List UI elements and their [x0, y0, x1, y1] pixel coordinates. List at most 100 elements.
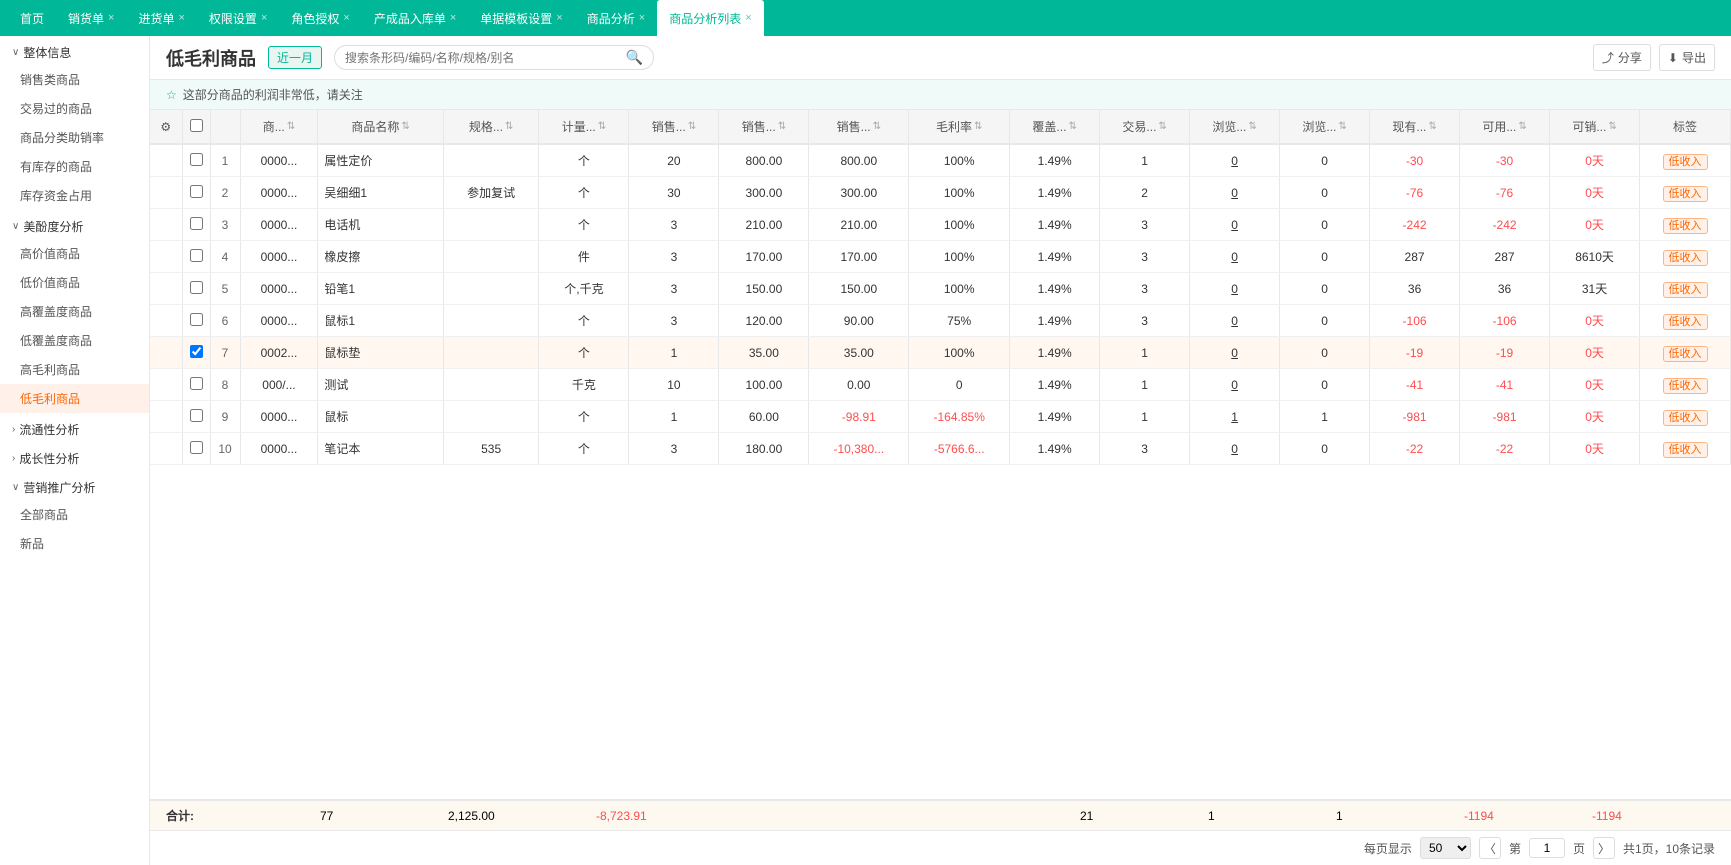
export-button[interactable]: ⬇ 导出	[1659, 44, 1715, 71]
page-suffix: 页	[1573, 840, 1585, 857]
nav-close-purchase[interactable]: ×	[178, 12, 184, 24]
row-browse1[interactable]: 0	[1190, 177, 1280, 209]
col-sellable[interactable]: 可销...⇅	[1550, 110, 1640, 144]
row-checkbox-6[interactable]	[190, 345, 203, 358]
nav-home[interactable]: 首页	[8, 0, 56, 36]
row-gross-rate: -5766.6...	[909, 433, 1010, 465]
row-browse1[interactable]: 0	[1190, 369, 1280, 401]
row-checkbox-4[interactable]	[190, 281, 203, 294]
row-name[interactable]: 属性定价	[318, 144, 443, 177]
nav-product-entry[interactable]: 产成品入库单 ×	[362, 0, 468, 36]
col-sales1[interactable]: 销售...⇅	[629, 110, 719, 144]
sidebar-item-new-goods[interactable]: 新品	[0, 529, 149, 558]
sidebar-item-high-margin[interactable]: 高毛利商品	[0, 355, 149, 384]
nav-role-auth[interactable]: 角色授权 ×	[279, 0, 361, 36]
row-name[interactable]: 鼠标	[318, 401, 443, 433]
row-checkbox-5[interactable]	[190, 313, 203, 326]
row-tag: 低收入	[1640, 369, 1731, 401]
col-tag[interactable]: 标签	[1640, 110, 1731, 144]
row-name[interactable]: 橡皮擦	[318, 241, 443, 273]
nav-permissions[interactable]: 权限设置 ×	[197, 0, 279, 36]
sidebar-item-category-rate[interactable]: 商品分类助销率	[0, 123, 149, 152]
row-checkbox-9[interactable]	[190, 441, 203, 454]
nav-close-analysis-list[interactable]: ×	[745, 12, 751, 24]
prev-page-button[interactable]: 〈	[1479, 837, 1501, 859]
nav-sales-order[interactable]: 销货单 ×	[56, 0, 126, 36]
sidebar-group-marketing[interactable]: ∨ 营销推广分析	[0, 471, 149, 500]
row-browse1[interactable]: 0	[1190, 144, 1280, 177]
col-settings[interactable]: ⚙	[150, 110, 182, 144]
col-code[interactable]: 商...⇅	[240, 110, 318, 144]
row-checkbox-7[interactable]	[190, 377, 203, 390]
row-checkbox-1[interactable]	[190, 185, 203, 198]
col-sales3[interactable]: 销售...⇅	[809, 110, 909, 144]
row-transaction: 3	[1100, 305, 1190, 337]
row-browse1[interactable]: 1	[1190, 401, 1280, 433]
row-browse1[interactable]: 0	[1190, 273, 1280, 305]
nav-close-permissions[interactable]: ×	[261, 12, 267, 24]
share-button[interactable]: ⤴ 分享	[1593, 44, 1651, 71]
search-icon[interactable]: 🔍	[626, 49, 643, 66]
per-page-select[interactable]: 50 100 200	[1420, 837, 1471, 859]
nav-close-product[interactable]: ×	[450, 12, 456, 24]
sidebar-item-stock-capital[interactable]: 库存资金占用	[0, 181, 149, 210]
page-number-input[interactable]	[1529, 838, 1565, 858]
col-browse1[interactable]: 浏览...⇅	[1190, 110, 1280, 144]
next-page-button[interactable]: 〉	[1593, 837, 1615, 859]
sidebar-item-in-stock[interactable]: 有库存的商品	[0, 152, 149, 181]
search-input[interactable]	[345, 51, 626, 65]
col-unit[interactable]: 计量...⇅	[539, 110, 629, 144]
row-checkbox-3[interactable]	[190, 249, 203, 262]
row-name[interactable]: 吴细细1	[318, 177, 443, 209]
row-num: 5	[210, 273, 240, 305]
row-browse1[interactable]: 0	[1190, 337, 1280, 369]
row-name[interactable]: 电话机	[318, 209, 443, 241]
sidebar-group-beauty[interactable]: ∨ 美酚度分析	[0, 210, 149, 239]
nav-template-settings[interactable]: 单据模板设置 ×	[468, 0, 574, 36]
col-browse2[interactable]: 浏览...⇅	[1280, 110, 1370, 144]
nav-close-role[interactable]: ×	[343, 12, 349, 24]
select-all-checkbox[interactable]	[190, 119, 203, 132]
row-browse1[interactable]: 0	[1190, 241, 1280, 273]
row-checkbox-8[interactable]	[190, 409, 203, 422]
row-browse1[interactable]: 0	[1190, 209, 1280, 241]
row-checkbox-0[interactable]	[190, 153, 203, 166]
sidebar-item-high-value[interactable]: 高价值商品	[0, 239, 149, 268]
col-available[interactable]: 可用...⇅	[1460, 110, 1550, 144]
sidebar-item-sales-goods[interactable]: 销售类商品	[0, 65, 149, 94]
nav-product-analysis[interactable]: 商品分析 ×	[575, 0, 657, 36]
col-current[interactable]: 现有...⇅	[1370, 110, 1460, 144]
row-name[interactable]: 鼠标垫	[318, 337, 443, 369]
sort-spec-icon: ⇅	[505, 121, 513, 132]
row-code: 0000...	[240, 144, 318, 177]
row-name[interactable]: 鼠标1	[318, 305, 443, 337]
col-gross-rate[interactable]: 毛利率⇅	[909, 110, 1010, 144]
nav-close-sales[interactable]: ×	[108, 12, 114, 24]
sidebar-item-low-value[interactable]: 低价值商品	[0, 268, 149, 297]
nav-purchase-order[interactable]: 进货单 ×	[126, 0, 196, 36]
col-name[interactable]: 商品名称⇅	[318, 110, 443, 144]
sidebar-item-low-margin[interactable]: 低毛利商品	[0, 384, 149, 413]
row-name[interactable]: 笔记本	[318, 433, 443, 465]
sidebar-group-circulation[interactable]: › 流通性分析	[0, 413, 149, 442]
row-num: 7	[210, 337, 240, 369]
sidebar-item-traded-goods[interactable]: 交易过的商品	[0, 94, 149, 123]
sidebar-group-overall[interactable]: ∨ 整体信息	[0, 36, 149, 65]
col-sales2[interactable]: 销售...⇅	[719, 110, 809, 144]
col-coverage[interactable]: 覆盖...⇅	[1010, 110, 1100, 144]
time-tag-button[interactable]: 近一月	[268, 46, 322, 69]
row-browse1[interactable]: 0	[1190, 433, 1280, 465]
row-checkbox-2[interactable]	[190, 217, 203, 230]
sidebar-group-growth[interactable]: › 成长性分析	[0, 442, 149, 471]
row-name[interactable]: 测试	[318, 369, 443, 401]
nav-close-analysis[interactable]: ×	[639, 12, 645, 24]
row-browse1[interactable]: 0	[1190, 305, 1280, 337]
nav-close-template[interactable]: ×	[556, 12, 562, 24]
sidebar-item-low-coverage[interactable]: 低覆盖度商品	[0, 326, 149, 355]
sidebar-item-high-coverage[interactable]: 高覆盖度商品	[0, 297, 149, 326]
nav-product-analysis-list[interactable]: 商品分析列表 ×	[657, 0, 763, 36]
row-name[interactable]: 铅笔1	[318, 273, 443, 305]
sidebar-item-all-goods[interactable]: 全部商品	[0, 500, 149, 529]
col-transaction[interactable]: 交易...⇅	[1100, 110, 1190, 144]
col-spec[interactable]: 规格...⇅	[443, 110, 539, 144]
